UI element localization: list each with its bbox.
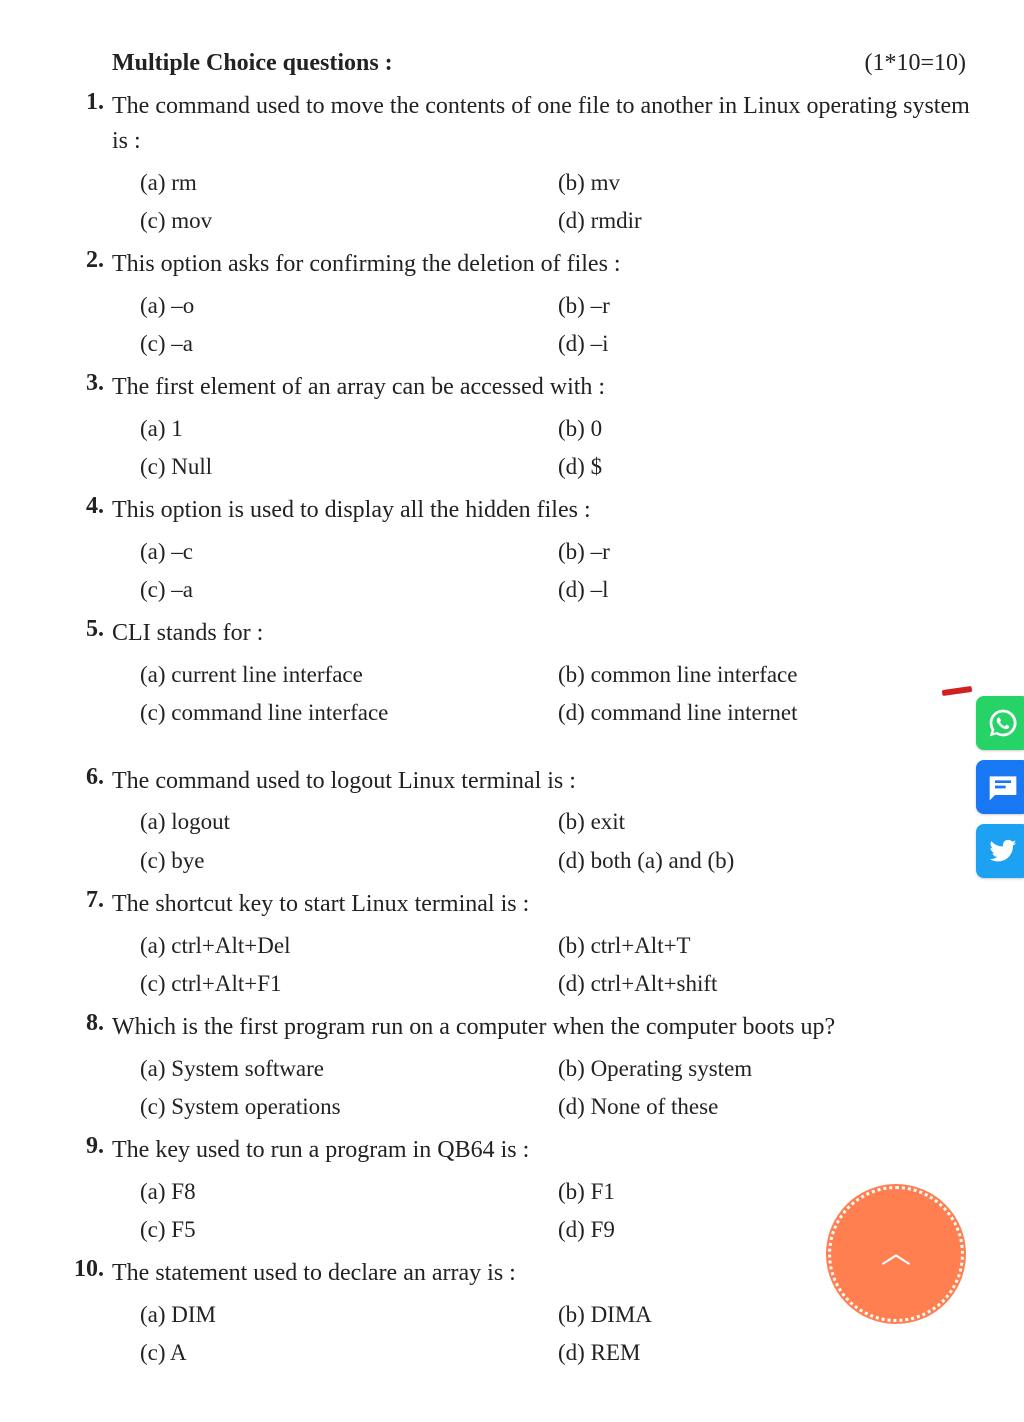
option-b: (b) –r (558, 290, 976, 322)
option-c: (c) –a (140, 574, 558, 606)
option-d: (d) –i (558, 328, 976, 360)
question-number: 5. (60, 616, 112, 643)
question-text: This option asks for confirming the dele… (112, 247, 621, 282)
question-3: 3. The first element of an array can be … (104, 370, 976, 483)
question-number: 9. (60, 1133, 112, 1160)
messenger-share-button[interactable] (976, 760, 1024, 814)
question-6: 6. The command used to logout Linux term… (104, 764, 976, 877)
option-a: (a) System software (140, 1053, 558, 1085)
twitter-icon (987, 835, 1019, 867)
question-text: The statement used to declare an array i… (112, 1256, 516, 1291)
option-b: (b) –r (558, 536, 976, 568)
question-number: 1. (60, 89, 112, 116)
option-d: (d) None of these (558, 1091, 976, 1123)
question-7: 7. The shortcut key to start Linux termi… (104, 887, 976, 1000)
header: Multiple Choice questions : (1*10=10) (104, 50, 976, 77)
content: Multiple Choice questions : (1*10=10) 1.… (0, 0, 1024, 1400)
question-text: The first element of an array can be acc… (112, 370, 605, 405)
question-number: 7. (60, 887, 112, 914)
twitter-share-button[interactable] (976, 824, 1024, 878)
option-a: (a) rm (140, 167, 558, 199)
option-b: (b) exit (558, 806, 976, 838)
question-text: This option is used to display all the h… (112, 493, 591, 528)
marks-label: (1*10=10) (864, 50, 966, 77)
question-number: 2. (60, 247, 112, 274)
option-d: (d) –l (558, 574, 976, 606)
option-d: (d) ctrl+Alt+shift (558, 968, 976, 1000)
option-c: (c) –a (140, 328, 558, 360)
section-title: Multiple Choice questions : (112, 50, 393, 77)
question-2: 2. This option asks for confirming the d… (104, 247, 976, 360)
question-number: 10. (60, 1256, 112, 1283)
option-c: (c) System operations (140, 1091, 558, 1123)
question-1: 1. The command used to move the contents… (104, 89, 976, 237)
option-b: (b) 0 (558, 413, 976, 445)
question-number: 4. (60, 493, 112, 520)
question-4: 4. This option is used to display all th… (104, 493, 976, 606)
option-a: (a) logout (140, 806, 558, 838)
option-a: (a) –o (140, 290, 558, 322)
option-a: (a) DIM (140, 1299, 558, 1331)
question-text: The command used to logout Linux termina… (112, 764, 576, 799)
question-8: 8. Which is the first program run on a c… (104, 1010, 976, 1123)
scroll-to-top-button[interactable]: ︿ (828, 1186, 964, 1322)
option-a: (a) –c (140, 536, 558, 568)
option-a: (a) ctrl+Alt+Del (140, 930, 558, 962)
option-c: (c) bye (140, 845, 558, 877)
option-b: (b) ctrl+Alt+T (558, 930, 976, 962)
option-d: (d) both (a) and (b) (558, 845, 976, 877)
option-b: (b) common line interface (558, 659, 976, 691)
share-bar (976, 696, 1024, 878)
page: { "header":{ "title":"Multiple Choice qu… (0, 0, 1024, 1422)
question-number: 6. (60, 764, 112, 791)
messenger-icon (987, 771, 1019, 803)
option-a: (a) 1 (140, 413, 558, 445)
option-d: (d) $ (558, 451, 976, 483)
question-text: The command used to move the contents of… (112, 89, 976, 159)
option-c: (c) F5 (140, 1214, 558, 1246)
question-text: The key used to run a program in QB64 is… (112, 1133, 529, 1168)
question-number: 8. (60, 1010, 112, 1037)
option-b: (b) mv (558, 167, 976, 199)
option-a: (a) current line interface (140, 659, 558, 691)
whatsapp-share-button[interactable] (976, 696, 1024, 750)
question-text: Which is the first program run on a comp… (112, 1010, 835, 1045)
whatsapp-icon (987, 707, 1019, 739)
chevron-up-icon: ︿ (881, 1239, 911, 1269)
option-d: (d) REM (558, 1337, 976, 1369)
question-text: The shortcut key to start Linux terminal… (112, 887, 529, 922)
option-c: (c) ctrl+Alt+F1 (140, 968, 558, 1000)
option-c: (c) A (140, 1337, 558, 1369)
option-d: (d) command line internet (558, 697, 976, 729)
option-a: (a) F8 (140, 1176, 558, 1208)
option-b: (b) Operating system (558, 1053, 976, 1085)
option-d: (d) rmdir (558, 205, 976, 237)
option-c: (c) Null (140, 451, 558, 483)
option-c: (c) command line interface (140, 697, 558, 729)
option-c: (c) mov (140, 205, 558, 237)
question-5: 5. CLI stands for : (a) current line int… (104, 616, 976, 729)
question-text: CLI stands for : (112, 616, 263, 651)
question-number: 3. (60, 370, 112, 397)
